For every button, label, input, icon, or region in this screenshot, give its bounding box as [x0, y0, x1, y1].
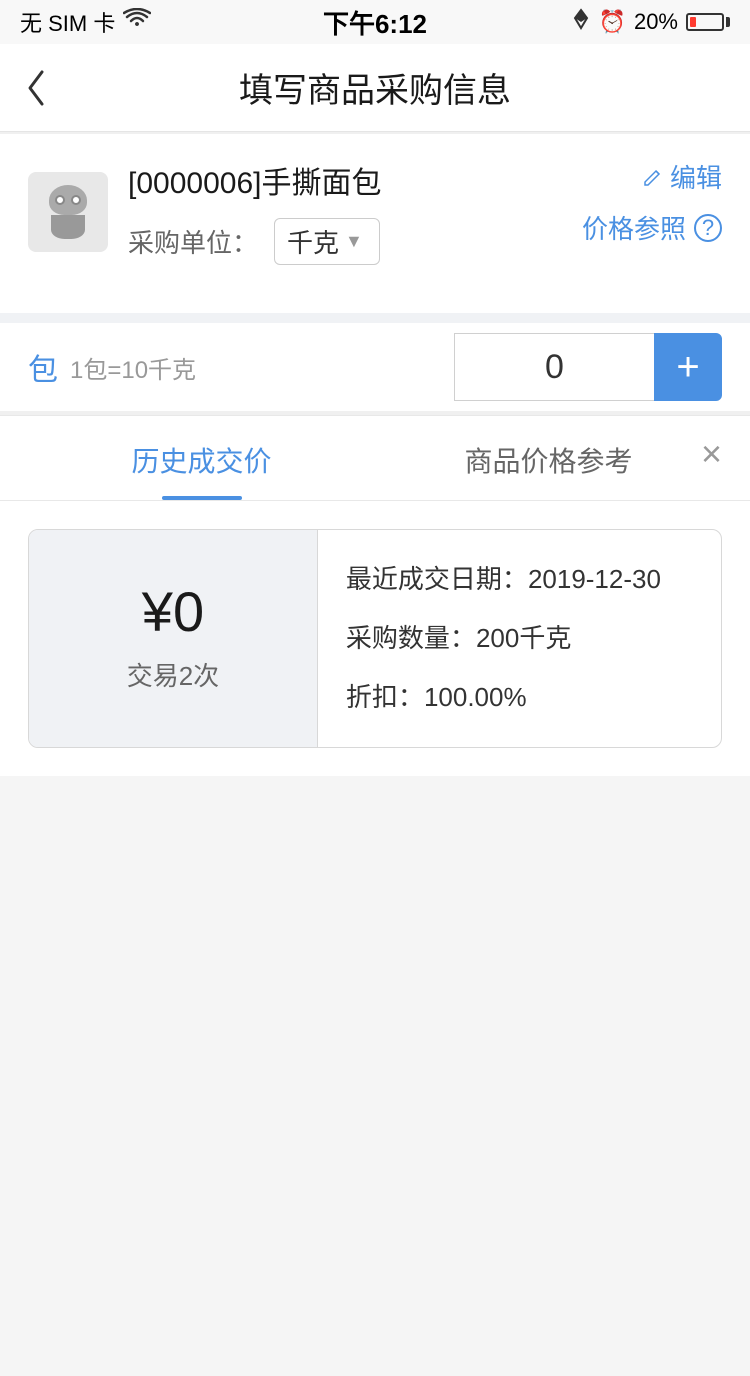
- quantity-input[interactable]: 0: [454, 333, 654, 401]
- battery-percent: 20%: [634, 9, 678, 35]
- unit-label: 采购单位：: [128, 223, 258, 260]
- recent-date-label: 最近成交日期：: [346, 564, 528, 594]
- back-button[interactable]: [24, 68, 48, 108]
- history-price-content: ¥0 交易2次 最近成交日期：2019-12-30 采购数量：200千克 折扣：…: [0, 501, 750, 776]
- status-time: 下午6:12: [323, 4, 427, 41]
- owl-body: [51, 215, 85, 238]
- purchase-qty-row: 采购数量：200千克: [346, 619, 693, 658]
- unit-dropdown-arrow: ▼: [345, 231, 363, 252]
- price-card: ¥0 交易2次 最近成交日期：2019-12-30 采购数量：200千克 折扣：…: [28, 529, 722, 748]
- section-divider: [0, 313, 750, 323]
- recent-date-value: 2019-12-30: [528, 564, 661, 594]
- quantity-input-group: 0 +: [454, 333, 722, 401]
- purchase-qty-label: 采购数量：: [346, 623, 476, 653]
- price-card-left: ¥0 交易2次: [29, 530, 318, 747]
- page-background: [0, 776, 750, 1376]
- status-bar: 无 SIM 卡 下午6:12 ⏰ 20%: [0, 0, 750, 44]
- quantity-plus-button[interactable]: +: [654, 333, 722, 401]
- unit-value: 千克: [287, 223, 339, 260]
- battery-icon: [686, 13, 730, 31]
- discount-row: 折扣：100.00%: [346, 678, 693, 717]
- tab-history-label: 历史成交价: [131, 440, 271, 500]
- quantity-unit-badge: 包: [28, 345, 58, 389]
- amount-number: 0: [173, 580, 204, 643]
- product-section: [0000006]手撕面包 采购单位： 千克 ▼ 编辑 价格参照: [0, 134, 750, 313]
- owl-eye-left: [55, 195, 65, 205]
- product-left: [0000006]手撕面包 采购单位： 千克 ▼: [28, 158, 381, 265]
- owl-icon: [41, 185, 95, 239]
- recent-date-row: 最近成交日期：2019-12-30: [346, 560, 693, 599]
- page-title: 填写商品采购信息: [239, 63, 511, 112]
- owl-eye-right: [71, 195, 81, 205]
- product-unit-row: 采购单位： 千克 ▼: [128, 218, 381, 265]
- price-ref-label: 价格参照: [582, 209, 686, 246]
- quantity-hint: 1包=10千克: [70, 350, 196, 385]
- carrier-text: 无 SIM 卡: [20, 6, 115, 38]
- currency-symbol: ¥: [142, 580, 173, 643]
- tab-history-price[interactable]: 历史成交价: [28, 416, 375, 500]
- tabs-close-button[interactable]: ×: [701, 433, 722, 483]
- price-reference-button[interactable]: 价格参照 ?: [582, 209, 722, 246]
- tab-active-indicator: [162, 496, 242, 500]
- price-card-right: 最近成交日期：2019-12-30 采购数量：200千克 折扣：100.00%: [318, 530, 721, 747]
- product-header: [0000006]手撕面包 采购单位： 千克 ▼ 编辑 价格参照: [28, 158, 722, 265]
- alarm-icon: ⏰: [599, 9, 626, 35]
- help-icon: ?: [694, 214, 722, 242]
- purchase-qty-value: 200千克: [476, 623, 571, 653]
- edit-button[interactable]: 编辑: [642, 158, 722, 195]
- quantity-row: 包 1包=10千克 0 +: [0, 323, 750, 411]
- tabs-header: 历史成交价 商品价格参考 ×: [0, 416, 750, 501]
- wifi-icon: [123, 8, 151, 36]
- tab-product-ref-label: 商品价格参考: [464, 440, 632, 500]
- tabs-section: 历史成交价 商品价格参考 × ¥0 交易2次 最近成交日期：2019-12-30…: [0, 415, 750, 776]
- status-left: 无 SIM 卡: [20, 6, 151, 38]
- product-logo: [28, 172, 108, 252]
- discount-value: 100.00%: [424, 682, 527, 712]
- nav-bar: 填写商品采购信息: [0, 44, 750, 132]
- unit-select[interactable]: 千克 ▼: [274, 218, 380, 265]
- tab-product-price-ref[interactable]: 商品价格参考: [375, 416, 722, 500]
- edit-label: 编辑: [670, 158, 722, 195]
- price-amount: ¥0: [142, 584, 204, 640]
- quantity-label-group: 包 1包=10千克: [28, 345, 196, 389]
- product-name: [0000006]手撕面包: [128, 158, 381, 202]
- location-icon: [571, 8, 591, 36]
- discount-label: 折扣：: [346, 682, 424, 712]
- price-ref-right: 编辑 价格参照 ?: [582, 158, 722, 246]
- product-info: [0000006]手撕面包 采购单位： 千克 ▼: [128, 158, 381, 265]
- price-trades: 交易2次: [127, 656, 219, 693]
- status-right: ⏰ 20%: [571, 8, 730, 36]
